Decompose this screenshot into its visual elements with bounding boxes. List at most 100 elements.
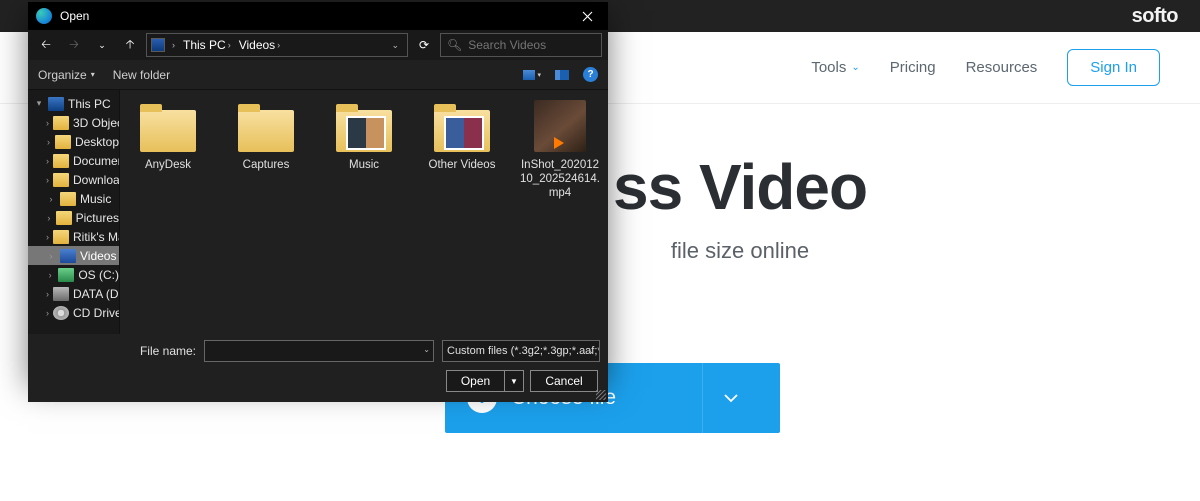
- file-item[interactable]: AnyDesk: [126, 100, 210, 172]
- tree-node-cd-drive-f-i[interactable]: ›CD Drive (F:) I: [28, 303, 119, 322]
- tree-node-downloads[interactable]: › Downloads: [28, 170, 119, 189]
- tree-node-label: OS (C:): [78, 268, 119, 282]
- signin-button[interactable]: Sign In: [1067, 49, 1160, 86]
- pc-icon: [48, 97, 64, 111]
- file-item[interactable]: Captures: [224, 100, 308, 172]
- tree-node-label: Downloads: [73, 173, 120, 187]
- nav-tools[interactable]: Tools ⌄: [811, 59, 859, 76]
- address-bar[interactable]: › This PC› Videos› ⌄: [146, 33, 408, 57]
- file-item[interactable]: Music: [322, 100, 406, 172]
- video-thumbnail-icon: [534, 100, 586, 152]
- help-icon[interactable]: ?: [583, 67, 598, 82]
- tree-node-desktop[interactable]: ›Desktop: [28, 132, 119, 151]
- expander-icon[interactable]: ›: [46, 289, 49, 299]
- search-box[interactable]: 🔍︎: [440, 33, 602, 57]
- expander-icon[interactable]: ›: [46, 308, 49, 318]
- file-item-label: AnyDesk: [126, 158, 210, 172]
- breadcrumb-this-pc[interactable]: This PC›: [181, 36, 233, 54]
- file-type-filter[interactable]: Custom files (*.3g2;*.3gp;*.aaf;*. ⌄: [442, 340, 600, 362]
- search-icon: 🔍︎: [447, 38, 462, 52]
- file-item-label: InShot_20201210_202524614.mp4: [518, 158, 602, 200]
- file-item[interactable]: InShot_20201210_202524614.mp4: [518, 100, 602, 200]
- refresh-button[interactable]: ⟳: [412, 33, 436, 57]
- folder-tree[interactable]: ▾This PC›3D Objects›Desktop›Documents›Do…: [28, 90, 120, 334]
- nav-resources[interactable]: Resources: [966, 59, 1038, 76]
- recent-dropdown[interactable]: ⌄: [90, 33, 114, 57]
- filename-input[interactable]: [204, 340, 434, 362]
- breadcrumb-sep[interactable]: ›: [169, 38, 177, 52]
- choose-file-dropdown[interactable]: [702, 363, 758, 433]
- tree-node-music[interactable]: › Music: [28, 189, 119, 208]
- organize-menu[interactable]: Organize▾: [38, 68, 95, 82]
- dialog-title: Open: [60, 9, 566, 23]
- fold-icon: [56, 211, 72, 225]
- open-split-button[interactable]: Open ▼: [446, 370, 524, 392]
- view-mode-button[interactable]: ▾: [523, 68, 541, 82]
- resize-handle[interactable]: [596, 390, 606, 400]
- filename-label: File name:: [36, 344, 196, 358]
- tree-node-ritik-s-mate[interactable]: › Ritik's Mate: [28, 227, 119, 246]
- address-history-dropdown[interactable]: ⌄: [387, 40, 403, 51]
- expander-icon[interactable]: ›: [46, 270, 54, 280]
- dialog-toolbar: Organize▾ New folder ▾ ?: [28, 60, 608, 90]
- fold-icon: [53, 154, 69, 168]
- file-item-label: Music: [322, 158, 406, 172]
- tree-node-label: Videos: [80, 249, 116, 263]
- tree-node-documents[interactable]: ›Documents: [28, 151, 119, 170]
- cancel-button[interactable]: Cancel: [530, 370, 598, 392]
- nav-pricing[interactable]: Pricing: [890, 59, 936, 76]
- tree-node-label: 3D Objects: [73, 116, 120, 130]
- expander-icon[interactable]: ›: [46, 251, 56, 261]
- expander-icon[interactable]: ›: [46, 175, 49, 185]
- folder-icon: [140, 110, 196, 152]
- tree-node-data-d-[interactable]: ›DATA (D:): [28, 284, 119, 303]
- preview-pane-button[interactable]: [553, 68, 571, 82]
- nav-tools-label: Tools: [811, 59, 846, 76]
- forward-button[interactable]: 🡢: [62, 33, 86, 57]
- tree-node-this-pc[interactable]: ▾This PC: [28, 94, 119, 113]
- dialog-titlebar[interactable]: Open: [28, 2, 608, 30]
- disk-icon: [53, 287, 69, 301]
- tree-node-label: Pictures: [76, 211, 119, 225]
- folder-icon: [238, 110, 294, 152]
- file-grid[interactable]: AnyDesk Captures Music Other Videos InShot_2…: [120, 90, 608, 334]
- tree-node-os-c-[interactable]: › OS (C:): [28, 265, 119, 284]
- dialog-footer: File name: ⌄ Custom files (*.3g2;*.3gp;*…: [28, 334, 608, 402]
- back-button[interactable]: 🡠: [34, 33, 58, 57]
- expander-icon[interactable]: ›: [46, 118, 49, 128]
- folder-icon: [336, 110, 392, 152]
- tree-node-3d-objects[interactable]: › 3D Objects: [28, 113, 119, 132]
- tree-node-label: Music: [80, 192, 111, 206]
- close-button[interactable]: [566, 2, 608, 30]
- chevron-down-icon: ⌄: [851, 62, 859, 73]
- fold-icon: [55, 135, 71, 149]
- edge-icon: [36, 8, 52, 24]
- expander-icon[interactable]: ›: [46, 232, 49, 242]
- vid-icon: [60, 249, 76, 263]
- fold-icon: [53, 116, 69, 130]
- open-dropdown[interactable]: ▼: [504, 370, 524, 392]
- diskg-icon: [58, 268, 74, 282]
- filename-history-dropdown[interactable]: ⌄: [423, 345, 430, 354]
- search-input[interactable]: [468, 38, 595, 52]
- expander-icon[interactable]: ▾: [34, 98, 44, 109]
- expander-icon[interactable]: ›: [46, 137, 51, 147]
- expander-icon[interactable]: ›: [46, 194, 56, 204]
- expander-icon[interactable]: ›: [46, 156, 49, 166]
- tree-node-pictures[interactable]: › Pictures: [28, 208, 119, 227]
- up-button[interactable]: 🡡: [118, 33, 142, 57]
- breadcrumb-videos[interactable]: Videos›: [237, 36, 282, 54]
- new-folder-button[interactable]: New folder: [113, 68, 170, 82]
- open-button[interactable]: Open: [446, 370, 504, 392]
- expander-icon[interactable]: ›: [46, 213, 52, 223]
- file-item-label: Other Videos: [420, 158, 504, 172]
- file-item[interactable]: Other Videos: [420, 100, 504, 172]
- tree-node-label: Ritik's Mate: [73, 230, 120, 244]
- nav-row: 🡠 🡢 ⌄ 🡡 › This PC› Videos› ⌄ ⟳ 🔍︎: [28, 30, 608, 60]
- fold-icon: [53, 173, 69, 187]
- pc-icon: [151, 38, 165, 52]
- close-icon: [582, 11, 593, 22]
- site-logo: softo: [1132, 5, 1178, 28]
- folder-icon: [434, 110, 490, 152]
- tree-node-videos[interactable]: › Videos: [28, 246, 119, 265]
